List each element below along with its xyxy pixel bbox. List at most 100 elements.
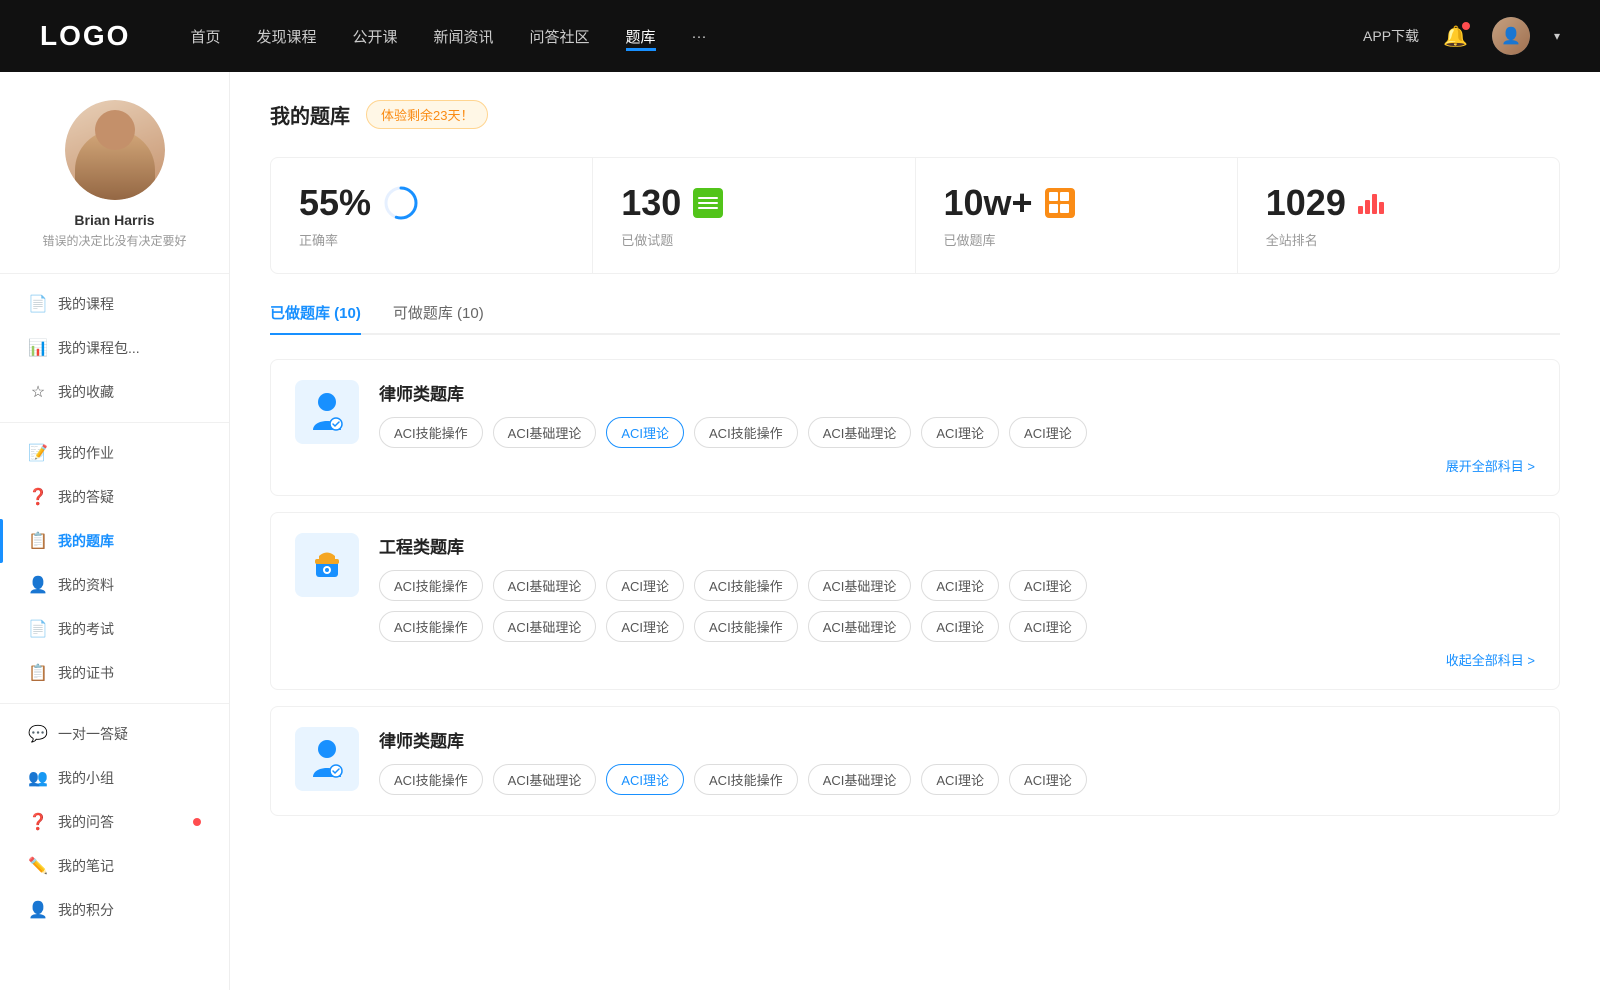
tag-1-0[interactable]: ACI技能操作 [379,417,483,448]
stat-accuracy: 55% 正确率 [271,158,593,273]
tag-3-1[interactable]: ACI基础理论 [493,764,597,795]
content-inner: 我的题库 体验剩余23天！ 55% [230,72,1600,860]
tag-1-1[interactable]: ACI基础理论 [493,417,597,448]
sidebar-item-certificate[interactable]: 📋 我的证书 [0,651,229,695]
group-icon: 👥 [28,768,48,788]
cert-icon: 📋 [28,663,48,683]
tag-2-s3[interactable]: ACI技能操作 [694,611,798,642]
topic-card-lawyer-2: 律师类题库 ACI技能操作 ACI基础理论 ACI理论 ACI技能操作 ACI基… [270,706,1560,816]
tab-done-banks[interactable]: 已做题库 (10) [270,302,361,335]
sidebar-item-notes[interactable]: ✏️ 我的笔记 [0,844,229,888]
sidebar-item-my-course[interactable]: 📄 我的课程 [0,282,229,326]
tag-2-2[interactable]: ACI理论 [606,570,684,601]
grid-icon [1045,188,1075,218]
sidebar-item-exam[interactable]: 📄 我的考试 [0,607,229,651]
my-qa-icon: ❓ [28,812,48,832]
sidebar-item-my-data[interactable]: 👤 我的资料 [0,563,229,607]
nav-qa[interactable]: 问答社区 [530,22,590,51]
topic-header-3: 律师类题库 ACI技能操作 ACI基础理论 ACI理论 ACI技能操作 ACI基… [295,727,1535,795]
topic-expand-2: 收起全部科目 > [295,650,1535,669]
stat-top-banks: 10w+ [944,182,1209,224]
topic-card-lawyer-1: 律师类题库 ACI技能操作 ACI基础理论 ACI理论 ACI技能操作 ACI基… [270,359,1560,496]
tag-2-s2[interactable]: ACI理论 [606,611,684,642]
tag-2-s1[interactable]: ACI基础理论 [493,611,597,642]
topic-info-3: 律师类题库 ACI技能操作 ACI基础理论 ACI理论 ACI技能操作 ACI基… [379,727,1535,795]
navbar: LOGO 首页 发现课程 公开课 新闻资讯 问答社区 题库 ··· APP下载 … [0,0,1600,72]
nav-opencourse[interactable]: 公开课 [352,22,397,51]
topic-title-2: 工程类题库 [379,533,1535,558]
qa-icon: ❓ [28,487,48,507]
nav-news[interactable]: 新闻资讯 [434,22,494,51]
stat-top-accuracy: 55% [299,182,564,224]
tag-2-6[interactable]: ACI理论 [1009,570,1087,601]
tag-1-2[interactable]: ACI理论 [606,417,684,448]
topic-title-1: 律师类题库 [379,380,1535,405]
page-header: 我的题库 体验剩余23天！ [270,100,1560,129]
sidebar-item-homework[interactable]: 📝 我的作业 [0,431,229,475]
chart-icon [1358,192,1384,214]
course-icon: 📄 [28,294,48,314]
tag-2-3[interactable]: ACI技能操作 [694,570,798,601]
stat-label-accuracy: 正确率 [299,230,564,249]
tag-1-3[interactable]: ACI技能操作 [694,417,798,448]
app-download-button[interactable]: APP下载 [1363,26,1419,46]
sidebar-item-exam-bank[interactable]: 📋 我的题库 [0,519,229,563]
sidebar-item-group[interactable]: 👥 我的小组 [0,756,229,800]
sidebar-item-favorites[interactable]: ☆ 我的收藏 [0,370,229,414]
topic-tags-1: ACI技能操作 ACI基础理论 ACI理论 ACI技能操作 ACI基础理论 AC… [379,417,1535,448]
tutoring-icon: 💬 [28,724,48,744]
expand-link-1[interactable]: 展开全部科目 > [1446,456,1535,475]
topic-tags-2-first: ACI技能操作 ACI基础理论 ACI理论 ACI技能操作 ACI基础理论 AC… [379,570,1535,601]
sidebar-item-qa-mine[interactable]: ❓ 我的答疑 [0,475,229,519]
sidebar-item-course-package[interactable]: 📊 我的课程包... [0,326,229,370]
tag-2-0[interactable]: ACI技能操作 [379,570,483,601]
stat-label-banks: 已做题库 [944,230,1209,249]
tag-1-6[interactable]: ACI理论 [1009,417,1087,448]
main-layout: Brian Harris 错误的决定比没有决定要好 📄 我的课程 📊 我的课程包… [0,72,1600,990]
tag-2-5[interactable]: ACI理论 [921,570,999,601]
stat-questions: 130 已做试题 [593,158,915,273]
nav-more[interactable]: ··· [692,24,707,49]
topic-icon-lawyer-1 [295,380,359,444]
circle-progress-icon [383,185,419,221]
nav-right: APP下载 🔔 👤 ▾ [1363,17,1560,55]
tag-2-1[interactable]: ACI基础理论 [493,570,597,601]
topic-tags-2-second: ACI技能操作 ACI基础理论 ACI理论 ACI技能操作 ACI基础理论 AC… [379,611,1535,642]
nav-links: 首页 发现课程 公开课 新闻资讯 问答社区 题库 ··· [190,22,1363,51]
sidebar-item-points[interactable]: 👤 我的积分 [0,888,229,932]
topic-card-engineer: 工程类题库 ACI技能操作 ACI基础理论 ACI理论 ACI技能操作 ACI基… [270,512,1560,690]
exam-icon: 📋 [28,531,48,551]
page-title: 我的题库 [270,100,350,129]
tab-available-banks[interactable]: 可做题库 (10) [393,302,484,335]
sidebar-item-my-qa[interactable]: ❓ 我的问答 [0,800,229,844]
notification-bell[interactable]: 🔔 [1443,24,1468,49]
tag-3-4[interactable]: ACI基础理论 [808,764,912,795]
tag-2-4[interactable]: ACI基础理论 [808,570,912,601]
nav-exam[interactable]: 题库 [626,22,656,51]
tag-2-s5[interactable]: ACI理论 [921,611,999,642]
tag-3-3[interactable]: ACI技能操作 [694,764,798,795]
avatar-chevron-icon[interactable]: ▾ [1554,29,1560,43]
tag-2-s6[interactable]: ACI理论 [1009,611,1087,642]
nav-discover[interactable]: 发现课程 [256,22,316,51]
star-icon: ☆ [28,382,48,402]
tag-3-6[interactable]: ACI理论 [1009,764,1087,795]
tag-2-s4[interactable]: ACI基础理论 [808,611,912,642]
stat-label-questions: 已做试题 [621,230,886,249]
tag-3-5[interactable]: ACI理论 [921,764,999,795]
sidebar-item-tutoring[interactable]: 💬 一对一答疑 [0,712,229,756]
stat-banks: 10w+ 已做题库 [916,158,1238,273]
notes-icon: ✏️ [28,856,48,876]
tag-1-5[interactable]: ACI理论 [921,417,999,448]
avatar [65,100,165,200]
tag-3-0[interactable]: ACI技能操作 [379,764,483,795]
tag-1-4[interactable]: ACI基础理论 [808,417,912,448]
tag-2-s0[interactable]: ACI技能操作 [379,611,483,642]
tag-3-2[interactable]: ACI理论 [606,764,684,795]
expand-link-2[interactable]: 收起全部科目 > [1446,650,1535,669]
lawyer2-svg [303,735,351,783]
nav-home[interactable]: 首页 [190,22,220,51]
profile-bio: 错误的决定比没有决定要好 [42,232,186,249]
user-avatar[interactable]: 👤 [1492,17,1530,55]
topic-icon-engineer [295,533,359,597]
